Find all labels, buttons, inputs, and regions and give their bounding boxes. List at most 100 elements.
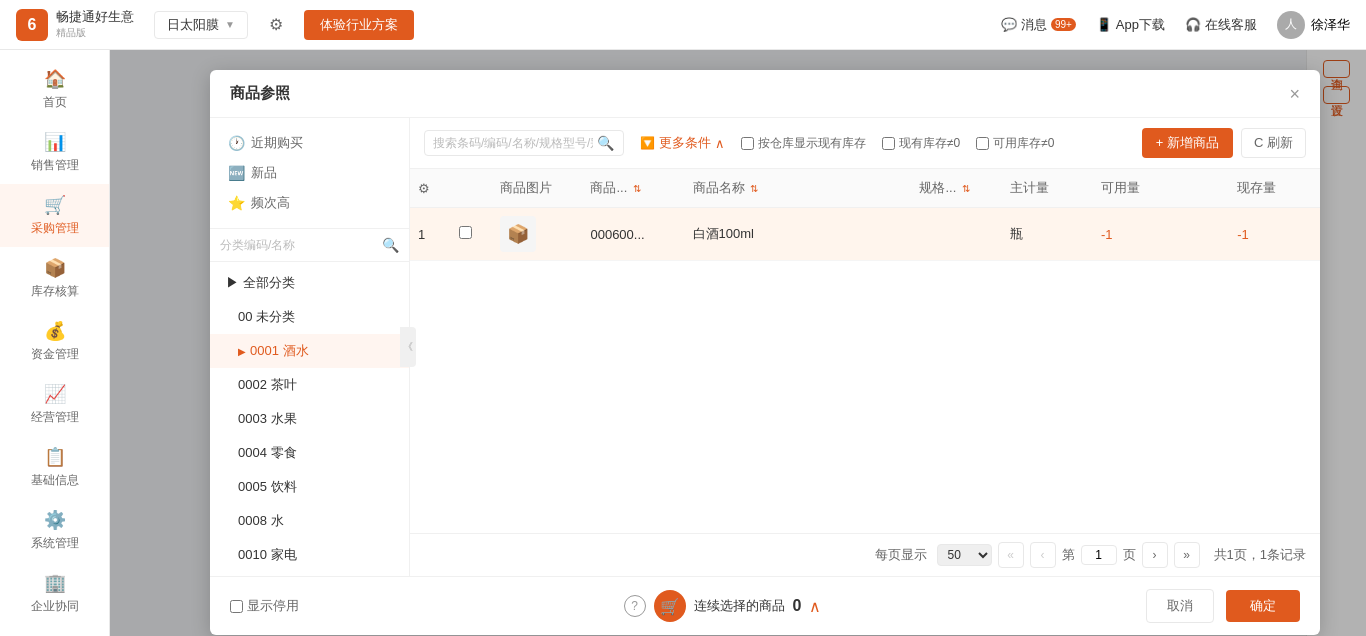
show-disabled-input[interactable] <box>230 600 243 613</box>
sidebar-item-finance[interactable]: 💰 资金管理 <box>0 310 109 373</box>
page-prefix-label: 第 <box>1062 546 1075 564</box>
trial-button[interactable]: 体验行业方案 <box>304 10 414 40</box>
add-product-button[interactable]: + 新增商品 <box>1142 128 1233 158</box>
cat-0003[interactable]: 0003 水果 <box>210 402 409 436</box>
sidebar-label-sales: 销售管理 <box>31 157 79 174</box>
cat-0001[interactable]: ▶ 0001 酒水 <box>210 334 409 368</box>
messages-nav-item[interactable]: 💬 消息 99+ <box>1001 16 1076 34</box>
cat-all-label: ▶ 全部分类 <box>226 274 295 292</box>
filter-collapse-icon: ∧ <box>715 136 725 151</box>
sales-icon: 📊 <box>44 131 66 153</box>
nav-selector[interactable]: 日太阳膜 ▼ <box>154 11 248 39</box>
next-page-button[interactable]: › <box>1142 542 1168 568</box>
cat-0004[interactable]: 0004 零食 <box>210 436 409 470</box>
col-available: 可用量 <box>1093 169 1229 208</box>
main-layout: 🏠 首页 📊 销售管理 🛒 采购管理 📦 库存核算 💰 资金管理 📈 经营管理 … <box>0 50 1366 636</box>
refresh-button[interactable]: C 刷新 <box>1241 128 1306 158</box>
operations-icon: 📈 <box>44 383 66 405</box>
per-page-select[interactable]: 50 10 20 100 <box>937 544 992 566</box>
help-icon[interactable]: ? <box>624 595 646 617</box>
sidebar-item-enterprise[interactable]: 🏢 企业协同 <box>0 562 109 625</box>
system-icon: ⚙️ <box>44 509 66 531</box>
usable-stock-checkbox-input[interactable] <box>976 137 989 150</box>
headset-icon: 🎧 <box>1185 17 1201 32</box>
product-panel: 🔍 🔽 更多条件 ∧ 按仓库显示现有库存 <box>410 118 1320 576</box>
online-service-nav-item[interactable]: 🎧 在线客服 <box>1185 16 1257 34</box>
page-number-input[interactable] <box>1081 545 1117 565</box>
row-checkbox[interactable] <box>459 226 472 239</box>
cat-00[interactable]: 00 未分类 <box>210 300 409 334</box>
last-page-button[interactable]: » <box>1174 542 1200 568</box>
quick-filter-new[interactable]: 🆕 新品 <box>220 158 399 188</box>
category-search-input[interactable] <box>220 238 378 252</box>
warehouse-stock-checkbox-input[interactable] <box>741 137 754 150</box>
recent-icon: 🕐 <box>228 135 245 151</box>
logo-area: 6 畅捷通好生意 精品版 <box>16 9 134 41</box>
sidebar-item-purchase[interactable]: 🛒 采购管理 <box>0 184 109 247</box>
warehouse-stock-checkbox[interactable]: 按仓库显示现有库存 <box>741 135 866 152</box>
cell-stock: -1 <box>1229 208 1320 261</box>
cart-count: 0 <box>793 597 802 615</box>
sidebar-item-home[interactable]: 🏠 首页 <box>0 58 109 121</box>
col-spec[interactable]: 规格... ⇅ <box>911 169 1002 208</box>
cart-icon-button[interactable]: 🛒 <box>654 590 686 622</box>
top-nav: 6 畅捷通好生意 精品版 日太阳膜 ▼ ⚙ 体验行业方案 💬 消息 99+ 📱 … <box>0 0 1366 50</box>
available-stock-checkbox[interactable]: 现有库存≠0 <box>882 135 960 152</box>
product-table: ⚙ 商品图片 商品... ⇅ 商品名称 ⇅ <box>410 169 1320 261</box>
sidebar-item-sales[interactable]: 📊 销售管理 <box>0 121 109 184</box>
cat-0010[interactable]: 0010 家电 <box>210 538 409 572</box>
modal-dialog: 商品参照 × 🕐 近期购买 🆕 新品 <box>210 70 1320 635</box>
basic-icon: 📋 <box>44 446 66 468</box>
more-filter-button[interactable]: 🔽 更多条件 ∧ <box>632 130 733 156</box>
modal-close-button[interactable]: × <box>1289 85 1300 103</box>
sidebar-label-basic: 基础信息 <box>31 472 79 489</box>
cat-0002[interactable]: 0002 茶叶 <box>210 368 409 402</box>
enterprise-icon: 🏢 <box>44 572 66 594</box>
toolbar-right: + 新增商品 C 刷新 <box>1142 128 1306 158</box>
sort-code-icon: ⇅ <box>633 183 641 194</box>
cancel-button[interactable]: 取消 <box>1146 589 1214 623</box>
cat-0008[interactable]: 0008 水 <box>210 504 409 538</box>
table-row[interactable]: 1 📦 000600... 白酒100ml 瓶 -1 -1 <box>410 208 1320 261</box>
sidebar-item-guide[interactable]: 🔰 新手引导 <box>0 625 109 636</box>
cat-0004-label: 0004 零食 <box>238 444 297 462</box>
confirm-button[interactable]: 确定 <box>1226 590 1300 622</box>
category-search-icon[interactable]: 🔍 <box>382 237 399 253</box>
quick-filter-recent[interactable]: 🕐 近期购买 <box>220 128 399 158</box>
first-page-button[interactable]: « <box>998 542 1024 568</box>
available-stock-checkbox-input[interactable] <box>882 137 895 150</box>
page-suffix-label: 页 <box>1123 546 1136 564</box>
settings-icon[interactable]: ⚙ <box>260 9 292 41</box>
usable-stock-checkbox[interactable]: 可用库存≠0 <box>976 135 1054 152</box>
cell-code: 000600... <box>582 208 684 261</box>
cart-collapse-icon[interactable]: ∧ <box>809 597 821 616</box>
col-settings[interactable]: ⚙ <box>410 169 451 208</box>
filter-checkboxes: 按仓库显示现有库存 现有库存≠0 可用库存≠0 <box>741 135 1055 152</box>
col-code[interactable]: 商品... ⇅ <box>582 169 684 208</box>
cat-0005[interactable]: 0005 饮料 <box>210 470 409 504</box>
col-name[interactable]: 商品名称 ⇅ <box>685 169 912 208</box>
app-download-nav-item[interactable]: 📱 App下载 <box>1096 16 1165 34</box>
product-search-icon[interactable]: 🔍 <box>597 135 614 151</box>
collapse-panel-button[interactable]: 《 <box>400 327 416 367</box>
show-disabled-checkbox[interactable]: 显示停用 <box>230 597 299 615</box>
prev-page-button[interactable]: ‹ <box>1030 542 1056 568</box>
logo-text: 畅捷通好生意 精品版 <box>56 9 134 40</box>
sidebar-item-operations[interactable]: 📈 经营管理 <box>0 373 109 436</box>
sidebar-item-system[interactable]: ⚙️ 系统管理 <box>0 499 109 562</box>
sidebar-item-basic[interactable]: 📋 基础信息 <box>0 436 109 499</box>
quick-filter-frequent[interactable]: ⭐ 频次高 <box>220 188 399 218</box>
sidebar-item-inventory[interactable]: 📦 库存核算 <box>0 247 109 310</box>
quick-filter-frequent-label: 频次高 <box>251 194 290 212</box>
cell-check[interactable] <box>451 208 492 261</box>
user-avatar-area[interactable]: 人 徐泽华 <box>1277 11 1350 39</box>
more-filter-label: 更多条件 <box>659 134 711 152</box>
product-search-input[interactable] <box>433 136 593 150</box>
chevron-down-icon: ▼ <box>225 19 235 30</box>
category-list: ▶ 全部分类 00 未分类 ▶ 0001 酒水 0002 茶叶 <box>210 262 409 576</box>
content-area: 查询 设置 商品参照 × 🕐 近期购买 <box>110 50 1366 636</box>
cat-all[interactable]: ▶ 全部分类 <box>210 266 409 300</box>
sort-name-icon: ⇅ <box>750 183 758 194</box>
modal-footer: 显示停用 ? 🛒 连续选择的商品 0 ∧ 取消 确定 <box>210 576 1320 635</box>
cat-0001-label: 0001 酒水 <box>250 342 309 360</box>
